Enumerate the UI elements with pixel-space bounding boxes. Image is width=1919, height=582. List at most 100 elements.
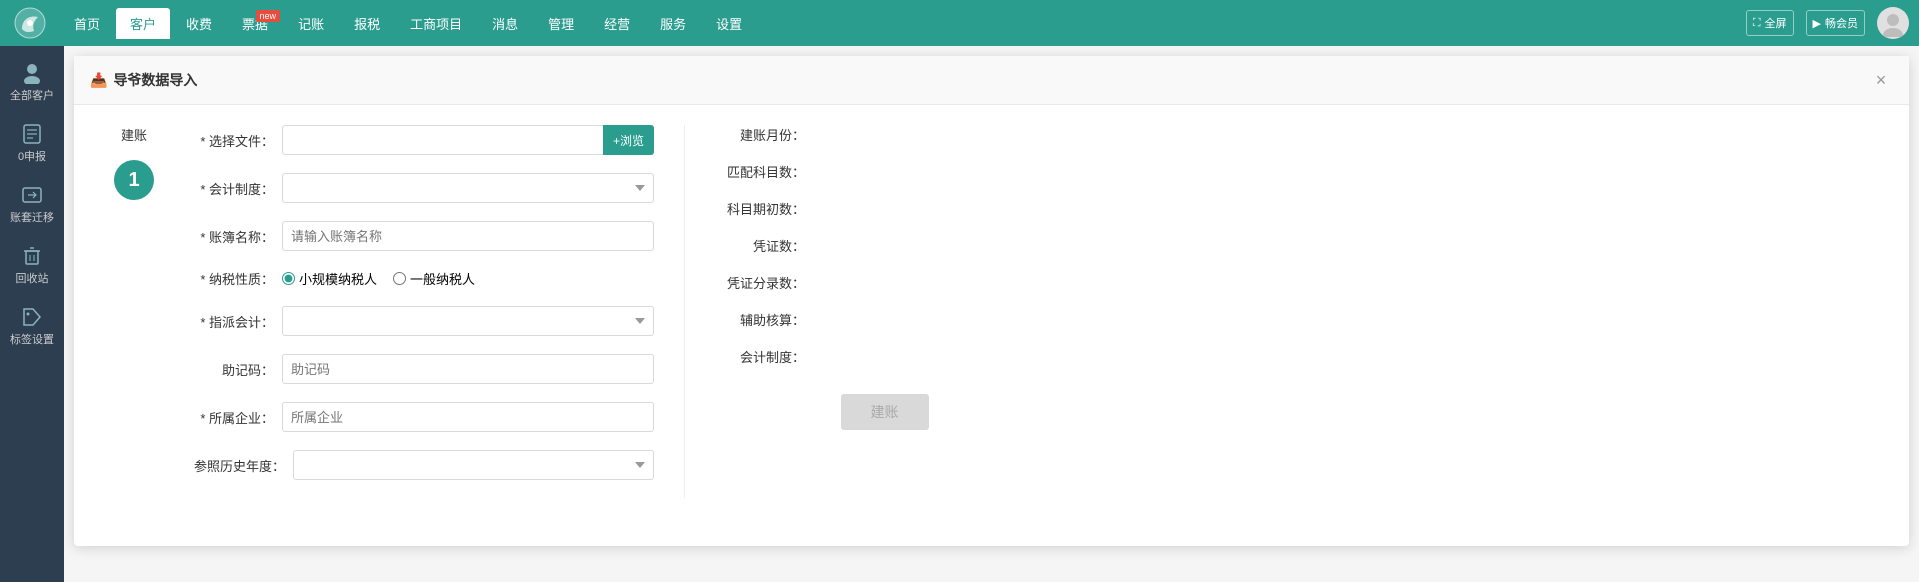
auxiliary-row: 辅助核算： — [705, 310, 1064, 329]
sidebar-item-recycle[interactable]: 回收站 — [3, 237, 61, 294]
history-label: 参照历史年度： — [194, 456, 285, 475]
tax-general-label: 一般纳税人 — [410, 269, 475, 288]
company-input[interactable] — [282, 402, 654, 432]
vip-button[interactable]: ▶ 畅会员 — [1806, 10, 1865, 36]
nav-business[interactable]: 工商项目 — [396, 8, 476, 39]
sidebar-label-customers: 全部客户 — [10, 87, 54, 103]
person-icon — [21, 62, 43, 84]
file-label: * 选择文件： — [194, 131, 274, 150]
main-content: 📥 导爷数据导入 × 建账 1 * 选择文件： — [64, 46, 1919, 582]
file-input[interactable] — [282, 125, 603, 155]
browse-button[interactable]: +浏览 — [603, 125, 654, 155]
fullscreen-icon: ⛶ — [1753, 17, 1761, 30]
step-label: 建账 — [121, 125, 147, 144]
memo-label: 助记码： — [194, 360, 274, 379]
accountant-row: * 指派会计： — [194, 306, 654, 336]
memo-row: 助记码： — [194, 354, 654, 384]
nav-bookkeeping[interactable]: 记账 — [284, 8, 338, 39]
company-label: * 所属企业： — [194, 408, 274, 427]
sidebar-item-zero-report[interactable]: 0申报 — [3, 115, 61, 172]
nav-invoice[interactable]: 票据 new — [228, 8, 282, 39]
nav-operation[interactable]: 经营 — [590, 8, 644, 39]
ledger-input[interactable] — [282, 221, 654, 251]
nav-tax[interactable]: 报税 — [340, 8, 394, 39]
history-select[interactable] — [293, 450, 654, 480]
nav-message[interactable]: 消息 — [478, 8, 532, 39]
ledger-label: * 账簿名称： — [194, 227, 274, 246]
history-row: 参照历史年度： — [194, 450, 654, 480]
nav-right: ⛶ 全屏 ▶ 畅会员 — [1746, 7, 1909, 39]
dialog: 📥 导爷数据导入 × 建账 1 * 选择文件： — [74, 56, 1909, 546]
tag-icon — [21, 306, 43, 328]
tax-general-radio[interactable]: 一般纳税人 — [393, 269, 475, 288]
sidebar-label-zero-report: 0申报 — [18, 148, 46, 164]
vip-label: 畅会员 — [1825, 15, 1858, 31]
tax-small-input[interactable] — [282, 272, 295, 285]
nav-settings[interactable]: 设置 — [702, 8, 756, 39]
step-circle: 1 — [114, 160, 154, 200]
logo[interactable] — [10, 3, 50, 43]
form-section: * 选择文件： +浏览 * 会计制度： — [194, 125, 654, 498]
file-row: * 选择文件： +浏览 — [194, 125, 654, 155]
dialog-title-text: 导爷数据导入 — [113, 70, 197, 90]
avatar[interactable] — [1877, 7, 1909, 39]
main-layout: 全部客户 0申报 账套迁移 — [0, 46, 1919, 582]
nav-manage[interactable]: 管理 — [534, 8, 588, 39]
step-section: 建账 1 — [104, 125, 164, 498]
tax-row: * 纳税性质： 小规模纳税人 一般纳税人 — [194, 269, 654, 288]
period-label: 科目期初数： — [705, 199, 805, 218]
report-icon — [21, 123, 43, 145]
migration-icon — [21, 184, 43, 206]
voucher-records-row: 凭证分录数： — [705, 273, 1064, 292]
fullscreen-button[interactable]: ⛶ 全屏 — [1746, 10, 1794, 36]
voucher-row: 凭证数： — [705, 236, 1064, 255]
auxiliary-label: 辅助核算： — [705, 310, 805, 329]
trash-icon — [21, 245, 43, 267]
nav-customer[interactable]: 客户 — [116, 8, 170, 39]
top-navigation: 首页 客户 收费 票据 new 记账 报税 工商项目 消息 管理 经营 服务 设… — [0, 0, 1919, 46]
file-input-group: +浏览 — [282, 125, 654, 155]
close-button[interactable]: × — [1869, 68, 1893, 92]
dialog-title: 📥 导爷数据导入 — [90, 70, 197, 90]
dialog-header: 📥 导爷数据导入 × — [74, 56, 1909, 105]
sidebar-label-tags: 标签设置 — [10, 331, 54, 347]
accounting-row: * 会计制度： — [194, 173, 654, 203]
tax-general-input[interactable] — [393, 272, 406, 285]
dialog-body: 建账 1 * 选择文件： +浏览 * 会计制度： — [74, 105, 1909, 518]
sidebar-label-migration: 账套迁移 — [10, 209, 54, 225]
accounting-label: * 会计制度： — [194, 179, 274, 198]
ledger-row: * 账簿名称： — [194, 221, 654, 251]
tax-small-label: 小规模纳税人 — [299, 269, 377, 288]
match-label: 匹配科目数： — [705, 162, 805, 181]
tax-label: * 纳税性质： — [194, 269, 274, 288]
match-row: 匹配科目数： — [705, 162, 1064, 181]
accountant-label: * 指派会计： — [194, 312, 274, 331]
build-account-button[interactable]: 建账 — [841, 394, 929, 430]
memo-input[interactable] — [282, 354, 654, 384]
voucher-records-label: 凭证分录数： — [705, 273, 805, 292]
import-icon: 📥 — [90, 72, 107, 89]
info-section: 建账月份： 匹配科目数： 科目期初数： 凭证数： — [684, 125, 1064, 498]
nav-service[interactable]: 服务 — [646, 8, 700, 39]
accounting-select[interactable] — [282, 173, 654, 203]
tax-radio-group: 小规模纳税人 一般纳税人 — [282, 269, 654, 288]
vip-icon: ▶ — [1813, 17, 1821, 30]
build-btn-container: 建账 — [705, 384, 1064, 430]
sidebar-item-all-customers[interactable]: 全部客户 — [3, 54, 61, 111]
voucher-label: 凭证数： — [705, 236, 805, 255]
nav-home[interactable]: 首页 — [60, 8, 114, 39]
sidebar-item-tag-settings[interactable]: 标签设置 — [3, 298, 61, 355]
tax-small-radio[interactable]: 小规模纳税人 — [282, 269, 377, 288]
nav-fee[interactable]: 收费 — [172, 8, 226, 39]
sidebar: 全部客户 0申报 账套迁移 — [0, 46, 64, 582]
sidebar-item-migration[interactable]: 账套迁移 — [3, 176, 61, 233]
period-row: 科目期初数： — [705, 199, 1064, 218]
nav-items: 首页 客户 收费 票据 new 记账 报税 工商项目 消息 管理 经营 服务 设… — [60, 8, 1746, 39]
fullscreen-label: 全屏 — [1765, 15, 1787, 31]
system-row: 会计制度： — [705, 347, 1064, 366]
company-row: * 所属企业： — [194, 402, 654, 432]
month-label: 建账月份： — [705, 125, 805, 144]
month-row: 建账月份： — [705, 125, 1064, 144]
new-badge: new — [256, 10, 281, 22]
accountant-select[interactable] — [282, 306, 654, 336]
